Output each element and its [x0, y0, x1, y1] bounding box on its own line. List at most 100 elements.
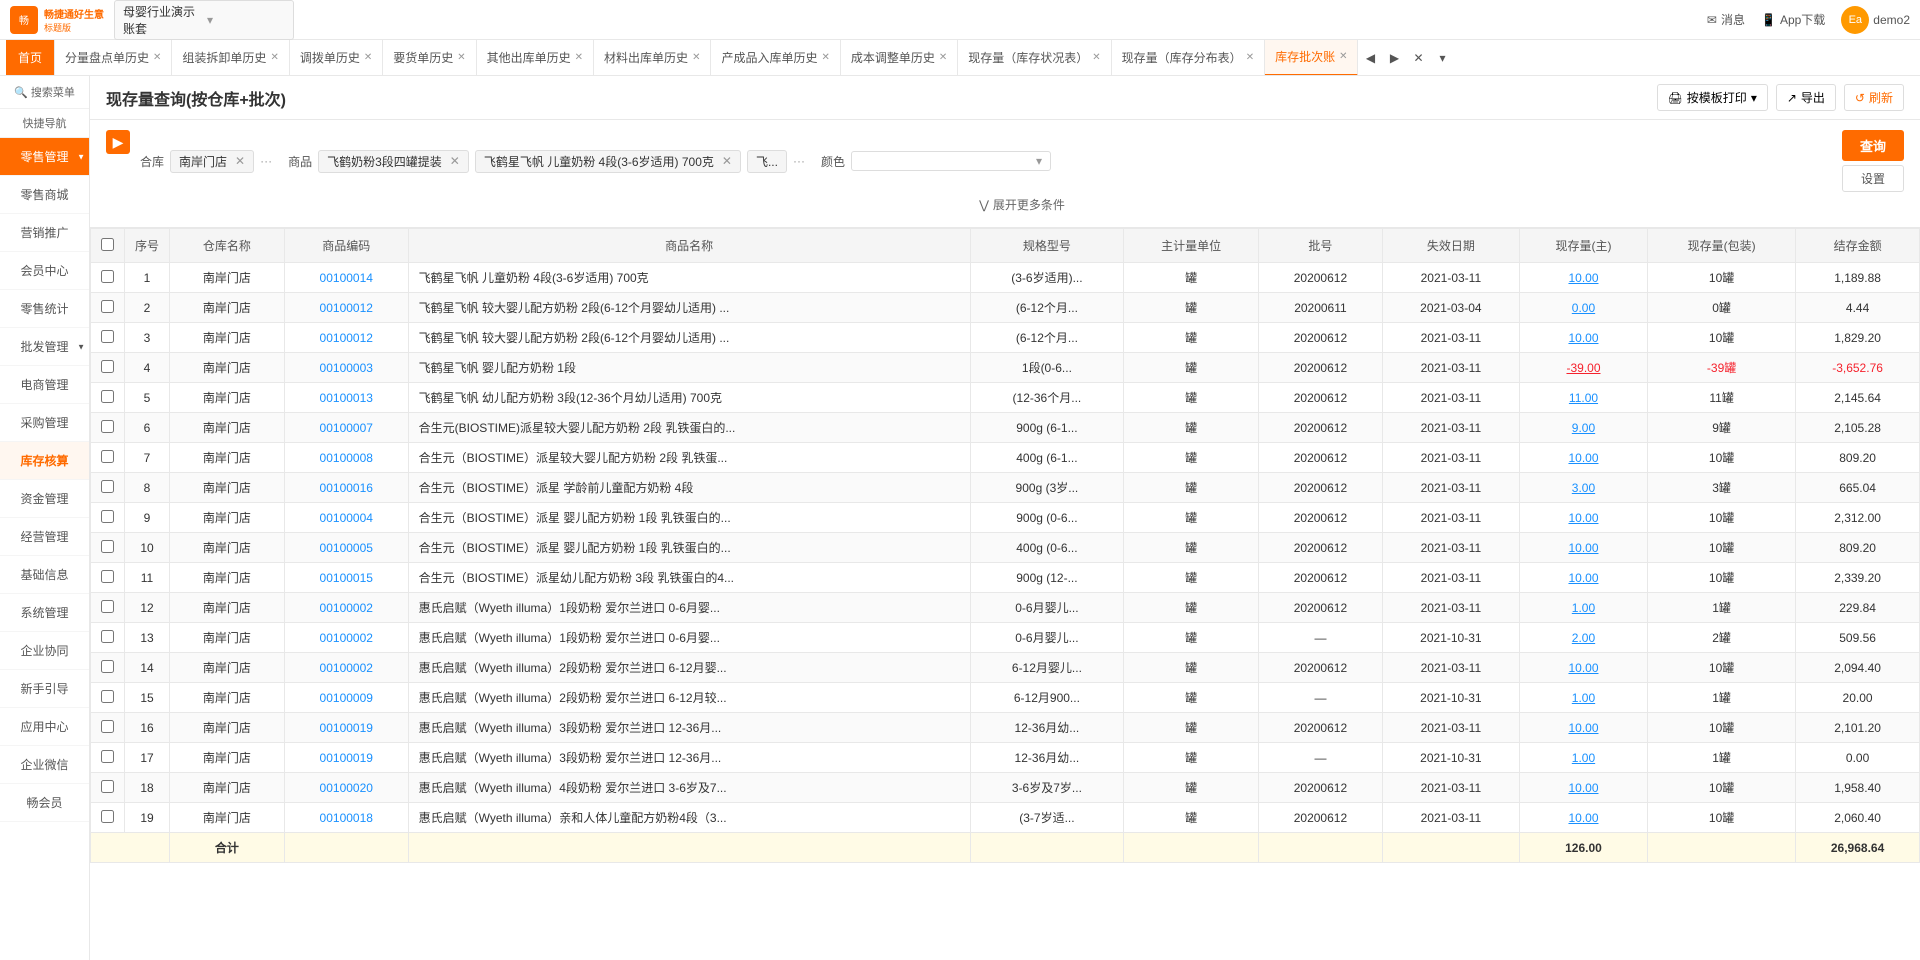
refresh-button[interactable]: ↺ 刷新	[1844, 84, 1904, 111]
row-select-checkbox[interactable]	[101, 270, 114, 283]
row-checkbox[interactable]	[91, 563, 125, 593]
tab-close-current[interactable]: ✕	[1406, 40, 1430, 76]
sidebar-item-purchase[interactable]: 采购管理	[0, 404, 89, 442]
expand-more-bar[interactable]: ⋁ 展开更多条件	[140, 192, 1904, 217]
row-select-checkbox[interactable]	[101, 720, 114, 733]
sidebar-item-inventory[interactable]: 库存核算	[0, 442, 89, 480]
row-select-checkbox[interactable]	[101, 360, 114, 373]
row-qty[interactable]: 10.00	[1519, 563, 1647, 593]
product-tag-2[interactable]: 飞鹤星飞帆 儿童奶粉 4段(3-6岁适用) 700克 ✕	[475, 150, 741, 173]
row-checkbox[interactable]	[91, 293, 125, 323]
row-qty[interactable]: 2.00	[1519, 623, 1647, 653]
user-area[interactable]: Ea demo2	[1841, 6, 1910, 34]
export-button[interactable]: ↗ 导出	[1776, 84, 1836, 111]
row-qty[interactable]: 1.00	[1519, 743, 1647, 773]
row-checkbox[interactable]	[91, 683, 125, 713]
product-tag-more[interactable]: 飞...	[747, 150, 787, 173]
row-qty[interactable]: 10.00	[1519, 503, 1647, 533]
sidebar-item-vip[interactable]: 畅会员	[0, 784, 89, 822]
row-qty[interactable]: 10.00	[1519, 263, 1647, 293]
tab-8-close[interactable]: ✕	[939, 52, 947, 63]
row-select-checkbox[interactable]	[101, 690, 114, 703]
sidebar-item-wholesale[interactable]: 批发管理 ▼	[0, 328, 89, 366]
tab-menu[interactable]: ▾	[1430, 40, 1454, 76]
message-button[interactable]: ✉ 消息	[1707, 11, 1745, 28]
tab-2[interactable]: 组装拆卸单历史 ✕	[172, 40, 289, 76]
row-select-checkbox[interactable]	[101, 660, 114, 673]
row-select-checkbox[interactable]	[101, 300, 114, 313]
warehouse-tag[interactable]: 南岸门店 ✕	[170, 150, 254, 173]
row-select-checkbox[interactable]	[101, 630, 114, 643]
product-tag-2-remove[interactable]: ✕	[722, 154, 732, 168]
row-checkbox[interactable]	[91, 533, 125, 563]
row-checkbox[interactable]	[91, 623, 125, 653]
row-checkbox[interactable]	[91, 713, 125, 743]
row-qty[interactable]: 10.00	[1519, 443, 1647, 473]
th-checkbox[interactable]	[91, 229, 125, 263]
row-checkbox[interactable]	[91, 473, 125, 503]
row-checkbox[interactable]	[91, 803, 125, 833]
row-qty[interactable]: 10.00	[1519, 803, 1647, 833]
tab-6[interactable]: 材料出库单历史 ✕	[594, 40, 711, 76]
sidebar-item-members[interactable]: 会员中心	[0, 252, 89, 290]
tab-4[interactable]: 要货单历史 ✕	[383, 40, 476, 76]
row-checkbox[interactable]	[91, 413, 125, 443]
row-checkbox[interactable]	[91, 353, 125, 383]
row-qty[interactable]: 11.00	[1519, 383, 1647, 413]
row-qty[interactable]: 10.00	[1519, 773, 1647, 803]
sidebar-search[interactable]: 🔍 搜索菜单	[0, 76, 89, 109]
row-select-checkbox[interactable]	[101, 450, 114, 463]
row-qty[interactable]: 10.00	[1519, 713, 1647, 743]
tab-5-close[interactable]: ✕	[575, 52, 583, 63]
sidebar-item-newbie[interactable]: 新手引导	[0, 670, 89, 708]
row-qty[interactable]: 1.00	[1519, 683, 1647, 713]
tab-home[interactable]: 首页	[6, 40, 55, 76]
row-select-checkbox[interactable]	[101, 570, 114, 583]
sidebar-item-retail-mgmt[interactable]: 零售管理 ▼	[0, 138, 89, 176]
row-checkbox[interactable]	[91, 653, 125, 683]
row-qty[interactable]: 3.00	[1519, 473, 1647, 503]
search-button[interactable]: 查询	[1842, 130, 1904, 161]
sidebar-item-basic-info[interactable]: 基础信息	[0, 556, 89, 594]
row-select-checkbox[interactable]	[101, 600, 114, 613]
tab-10-close[interactable]: ✕	[1246, 52, 1254, 63]
row-checkbox[interactable]	[91, 263, 125, 293]
tab-1[interactable]: 分量盘点单历史 ✕	[55, 40, 172, 76]
row-qty[interactable]: 9.00	[1519, 413, 1647, 443]
tab-8[interactable]: 成本调整单历史 ✕	[841, 40, 958, 76]
row-checkbox[interactable]	[91, 773, 125, 803]
row-checkbox[interactable]	[91, 383, 125, 413]
row-checkbox[interactable]	[91, 743, 125, 773]
tab-7[interactable]: 产成品入库单历史 ✕	[711, 40, 840, 76]
row-select-checkbox[interactable]	[101, 330, 114, 343]
app-download-button[interactable]: 📱 App下载	[1761, 11, 1825, 28]
sidebar-item-retail-stats[interactable]: 零售统计	[0, 290, 89, 328]
tab-5[interactable]: 其他出库单历史 ✕	[477, 40, 594, 76]
sidebar-item-retail-mall[interactable]: 零售商城	[0, 176, 89, 214]
row-checkbox[interactable]	[91, 323, 125, 353]
row-qty[interactable]: 10.00	[1519, 323, 1647, 353]
row-qty[interactable]: -39.00	[1519, 353, 1647, 383]
filter-expand-btn[interactable]: ▶	[106, 130, 130, 154]
product-tag-1[interactable]: 飞鹤奶粉3段四罐提装 ✕	[318, 150, 469, 173]
sidebar-item-ecommerce[interactable]: 电商管理	[0, 366, 89, 404]
color-input[interactable]: ▾	[851, 151, 1051, 171]
tab-4-close[interactable]: ✕	[457, 52, 465, 63]
row-qty[interactable]: 10.00	[1519, 653, 1647, 683]
sidebar-item-system[interactable]: 系统管理	[0, 594, 89, 632]
row-checkbox[interactable]	[91, 443, 125, 473]
sidebar-item-finance[interactable]: 资金管理	[0, 480, 89, 518]
tab-11-close[interactable]: ✕	[1339, 51, 1347, 62]
select-all-checkbox[interactable]	[101, 238, 114, 251]
tab-1-close[interactable]: ✕	[153, 52, 161, 63]
sidebar-quick-nav[interactable]: 快捷导航	[0, 109, 89, 138]
tab-6-close[interactable]: ✕	[692, 52, 700, 63]
row-select-checkbox[interactable]	[101, 390, 114, 403]
row-select-checkbox[interactable]	[101, 540, 114, 553]
company-dropdown[interactable]: 母婴行业演示账套 ▾	[114, 0, 294, 40]
tab-9[interactable]: 现存量（库存状况表） ✕	[958, 40, 1111, 76]
row-select-checkbox[interactable]	[101, 780, 114, 793]
row-checkbox[interactable]	[91, 593, 125, 623]
row-select-checkbox[interactable]	[101, 420, 114, 433]
tab-10[interactable]: 现存量（库存分布表） ✕	[1112, 40, 1265, 76]
